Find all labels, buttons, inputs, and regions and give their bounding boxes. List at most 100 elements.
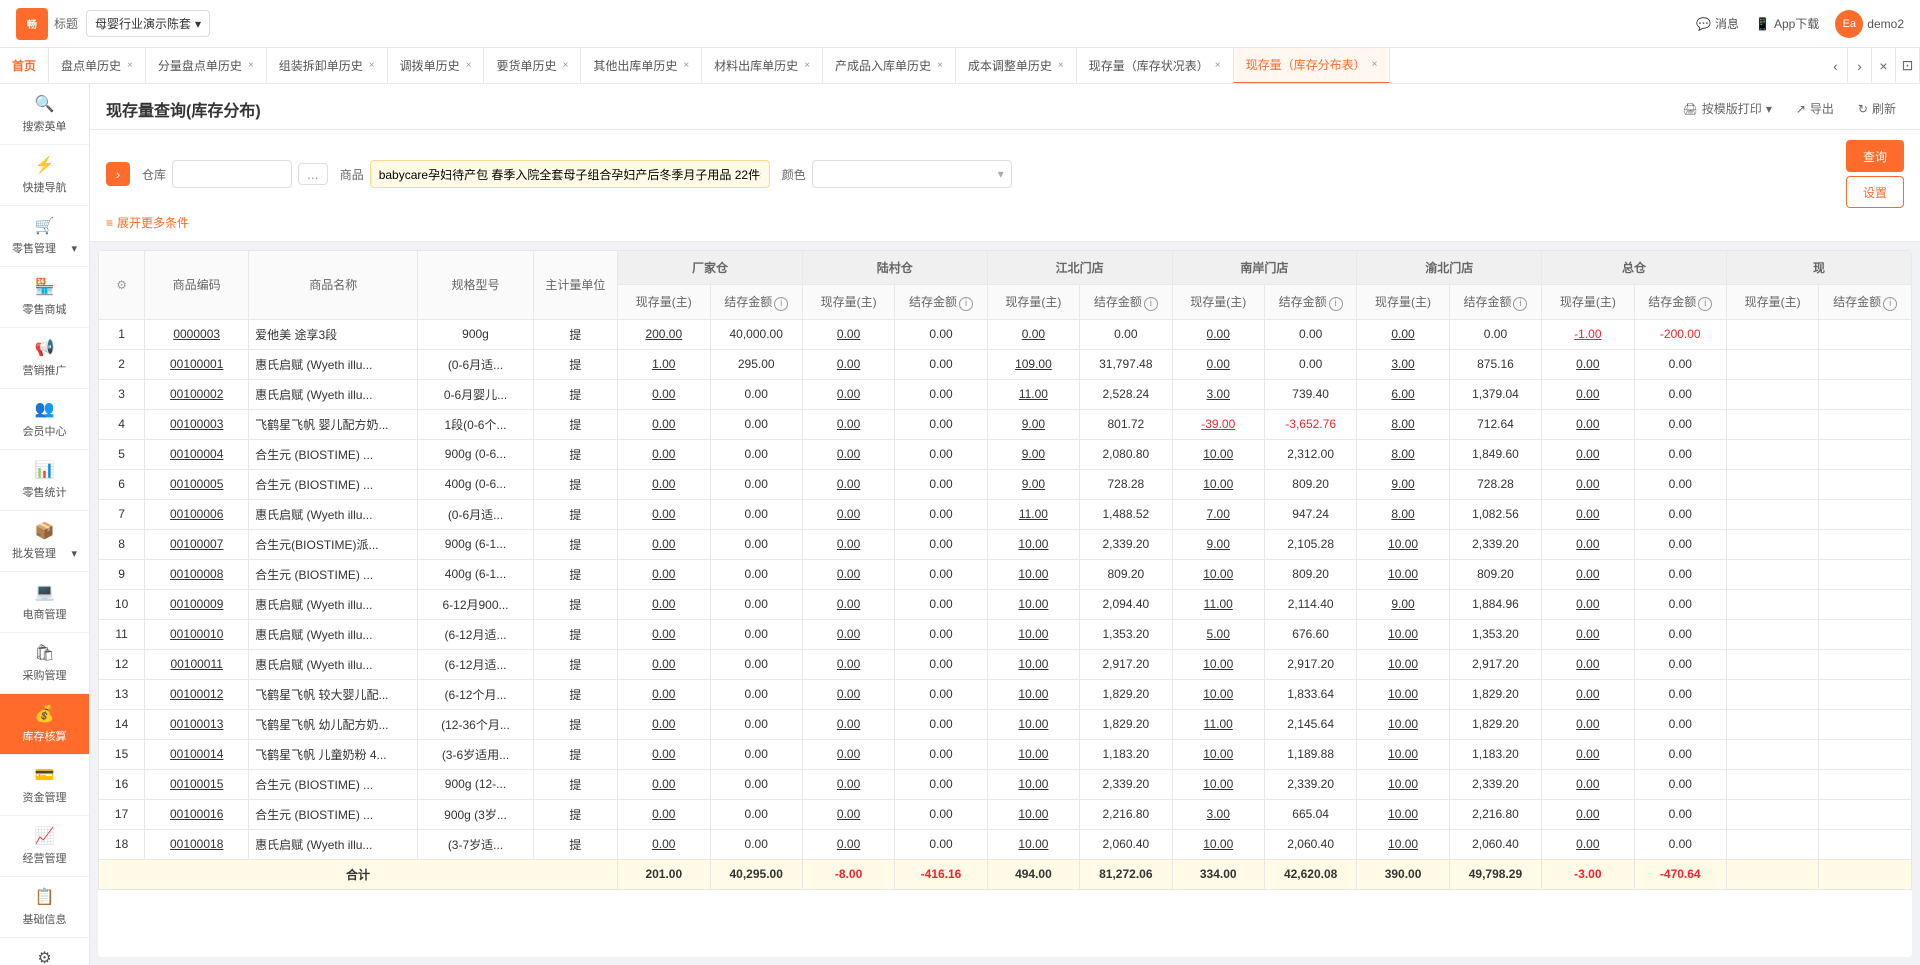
row-l-qty[interactable]: 0.00 <box>802 559 894 589</box>
tab-material-out[interactable]: 材料出库单历史 × <box>702 48 823 84</box>
color-input[interactable] <box>812 160 1012 188</box>
row-jb-qty[interactable]: 0.00 <box>987 319 1079 349</box>
sidebar-item-search[interactable]: 🔍 搜索英单 <box>0 84 89 145</box>
row-total-qty[interactable]: -1.00 <box>1542 319 1634 349</box>
row-l-qty[interactable]: 0.00 <box>802 679 894 709</box>
close-icon[interactable]: × <box>1372 59 1378 70</box>
row-yb-qty[interactable]: 10.00 <box>1357 799 1449 829</box>
row-total-qty[interactable]: 0.00 <box>1542 679 1634 709</box>
row-l-qty[interactable]: 0.00 <box>802 619 894 649</box>
row-l-qty[interactable]: 0.00 <box>802 649 894 679</box>
close-icon[interactable]: × <box>683 60 689 71</box>
row-yb-qty[interactable]: 8.00 <box>1357 439 1449 469</box>
row-na-qty[interactable]: 7.00 <box>1172 499 1264 529</box>
query-button[interactable]: 查询 <box>1846 140 1904 172</box>
user-area[interactable]: Ea demo2 <box>1835 10 1904 38</box>
row-jb-qty[interactable]: 10.00 <box>987 589 1079 619</box>
close-icon[interactable]: × <box>562 60 568 71</box>
row-l-qty[interactable]: 0.00 <box>802 499 894 529</box>
sidebar-item-quick-nav[interactable]: ⚡ 快捷导航 <box>0 145 89 206</box>
row-code[interactable]: 00100016 <box>145 799 249 829</box>
close-icon[interactable]: × <box>127 60 133 71</box>
tab-inventory-count[interactable]: 盘点单历史 × <box>49 48 146 84</box>
row-na-qty[interactable]: 0.00 <box>1172 319 1264 349</box>
row-yb-qty[interactable]: 10.00 <box>1357 529 1449 559</box>
row-f-qty[interactable]: 0.00 <box>618 499 710 529</box>
row-f-qty[interactable]: 0.00 <box>618 739 710 769</box>
row-na-qty[interactable]: 10.00 <box>1172 679 1264 709</box>
row-jb-qty[interactable]: 9.00 <box>987 409 1079 439</box>
row-code[interactable]: 00100004 <box>145 439 249 469</box>
row-l-qty[interactable]: 0.00 <box>802 409 894 439</box>
row-l-qty[interactable]: 0.00 <box>802 469 894 499</box>
row-f-qty[interactable]: 0.00 <box>618 469 710 499</box>
tab-expand-btn[interactable]: ⊡ <box>1896 48 1920 84</box>
row-yb-qty[interactable]: 10.00 <box>1357 619 1449 649</box>
row-f-qty[interactable]: 200.00 <box>618 319 710 349</box>
sidebar-item-retail-shop[interactable]: 🏪 零售商城 <box>0 267 89 328</box>
row-f-qty[interactable]: 0.00 <box>618 529 710 559</box>
export-btn[interactable]: ↗ 导出 <box>1788 96 1842 121</box>
sidebar-item-system[interactable]: ⚙ 系统管理 <box>0 938 89 965</box>
filter-expand-btn[interactable]: ≡ 展开更多条件 <box>106 214 1904 231</box>
tab-stock-dist[interactable]: 现存量（库存分布表） × <box>1234 48 1391 84</box>
row-total-qty[interactable]: 0.00 <box>1542 349 1634 379</box>
warehouse-input[interactable] <box>172 160 292 188</box>
row-l-qty[interactable]: 0.00 <box>802 439 894 469</box>
close-icon[interactable]: × <box>804 60 810 71</box>
tab-assemble[interactable]: 组装拆卸单历史 × <box>267 48 388 84</box>
row-code[interactable]: 00100012 <box>145 679 249 709</box>
sidebar-item-members[interactable]: 👥 会员中心 <box>0 389 89 450</box>
close-icon[interactable]: × <box>248 60 254 71</box>
row-jb-qty[interactable]: 10.00 <box>987 679 1079 709</box>
row-total-qty[interactable]: 0.00 <box>1542 769 1634 799</box>
sidebar-item-wholesale[interactable]: 📦 批发管理 ▾ <box>0 511 89 572</box>
row-l-qty[interactable]: 0.00 <box>802 529 894 559</box>
row-total-qty[interactable]: 0.00 <box>1542 829 1634 859</box>
sidebar-item-inventory[interactable]: 💰 库存核算 <box>0 694 89 755</box>
row-jb-qty[interactable]: 10.00 <box>987 799 1079 829</box>
sidebar-item-retail-stats[interactable]: 📊 零售统计 <box>0 450 89 511</box>
row-na-qty[interactable]: 10.00 <box>1172 769 1264 799</box>
row-jb-qty[interactable]: 10.00 <box>987 829 1079 859</box>
row-f-qty[interactable]: 0.00 <box>618 409 710 439</box>
row-na-qty[interactable]: 0.00 <box>1172 349 1264 379</box>
goods-input[interactable] <box>370 160 770 188</box>
row-f-qty[interactable]: 0.00 <box>618 679 710 709</box>
row-total-qty[interactable]: 0.00 <box>1542 439 1634 469</box>
row-yb-qty[interactable]: 0.00 <box>1357 319 1449 349</box>
info-icon[interactable]: i <box>774 297 788 311</box>
close-icon[interactable]: × <box>937 60 943 71</box>
row-na-qty[interactable]: -39.00 <box>1172 409 1264 439</box>
row-code[interactable]: 00100018 <box>145 829 249 859</box>
row-yb-qty[interactable]: 10.00 <box>1357 679 1449 709</box>
row-jb-qty[interactable]: 10.00 <box>987 559 1079 589</box>
row-jb-qty[interactable]: 10.00 <box>987 619 1079 649</box>
row-jb-qty[interactable]: 10.00 <box>987 739 1079 769</box>
tab-close-all-btn[interactable]: × <box>1872 48 1896 84</box>
row-na-qty[interactable]: 11.00 <box>1172 709 1264 739</box>
row-yb-qty[interactable]: 8.00 <box>1357 499 1449 529</box>
row-total-qty[interactable]: 0.00 <box>1542 529 1634 559</box>
row-f-qty[interactable]: 1.00 <box>618 349 710 379</box>
info-icon[interactable]: i <box>1513 297 1527 311</box>
row-f-qty[interactable]: 0.00 <box>618 799 710 829</box>
row-code[interactable]: 00100010 <box>145 619 249 649</box>
row-l-qty[interactable]: 0.00 <box>802 349 894 379</box>
tab-next-btn[interactable]: › <box>1848 48 1872 84</box>
row-na-qty[interactable]: 11.00 <box>1172 589 1264 619</box>
sidebar-item-finance[interactable]: 💳 资金管理 <box>0 755 89 816</box>
row-total-qty[interactable]: 0.00 <box>1542 619 1634 649</box>
row-jb-qty[interactable]: 10.00 <box>987 769 1079 799</box>
row-yb-qty[interactable]: 9.00 <box>1357 469 1449 499</box>
row-code[interactable]: 00100014 <box>145 739 249 769</box>
row-total-qty[interactable]: 0.00 <box>1542 799 1634 829</box>
row-na-qty[interactable]: 3.00 <box>1172 379 1264 409</box>
settings-icon[interactable]: ⚙ <box>116 278 127 292</box>
row-jb-qty[interactable]: 9.00 <box>987 469 1079 499</box>
close-icon[interactable]: × <box>1215 60 1221 71</box>
row-total-qty[interactable]: 0.00 <box>1542 589 1634 619</box>
row-f-qty[interactable]: 0.00 <box>618 619 710 649</box>
row-na-qty[interactable]: 3.00 <box>1172 799 1264 829</box>
row-yb-qty[interactable]: 10.00 <box>1357 829 1449 859</box>
